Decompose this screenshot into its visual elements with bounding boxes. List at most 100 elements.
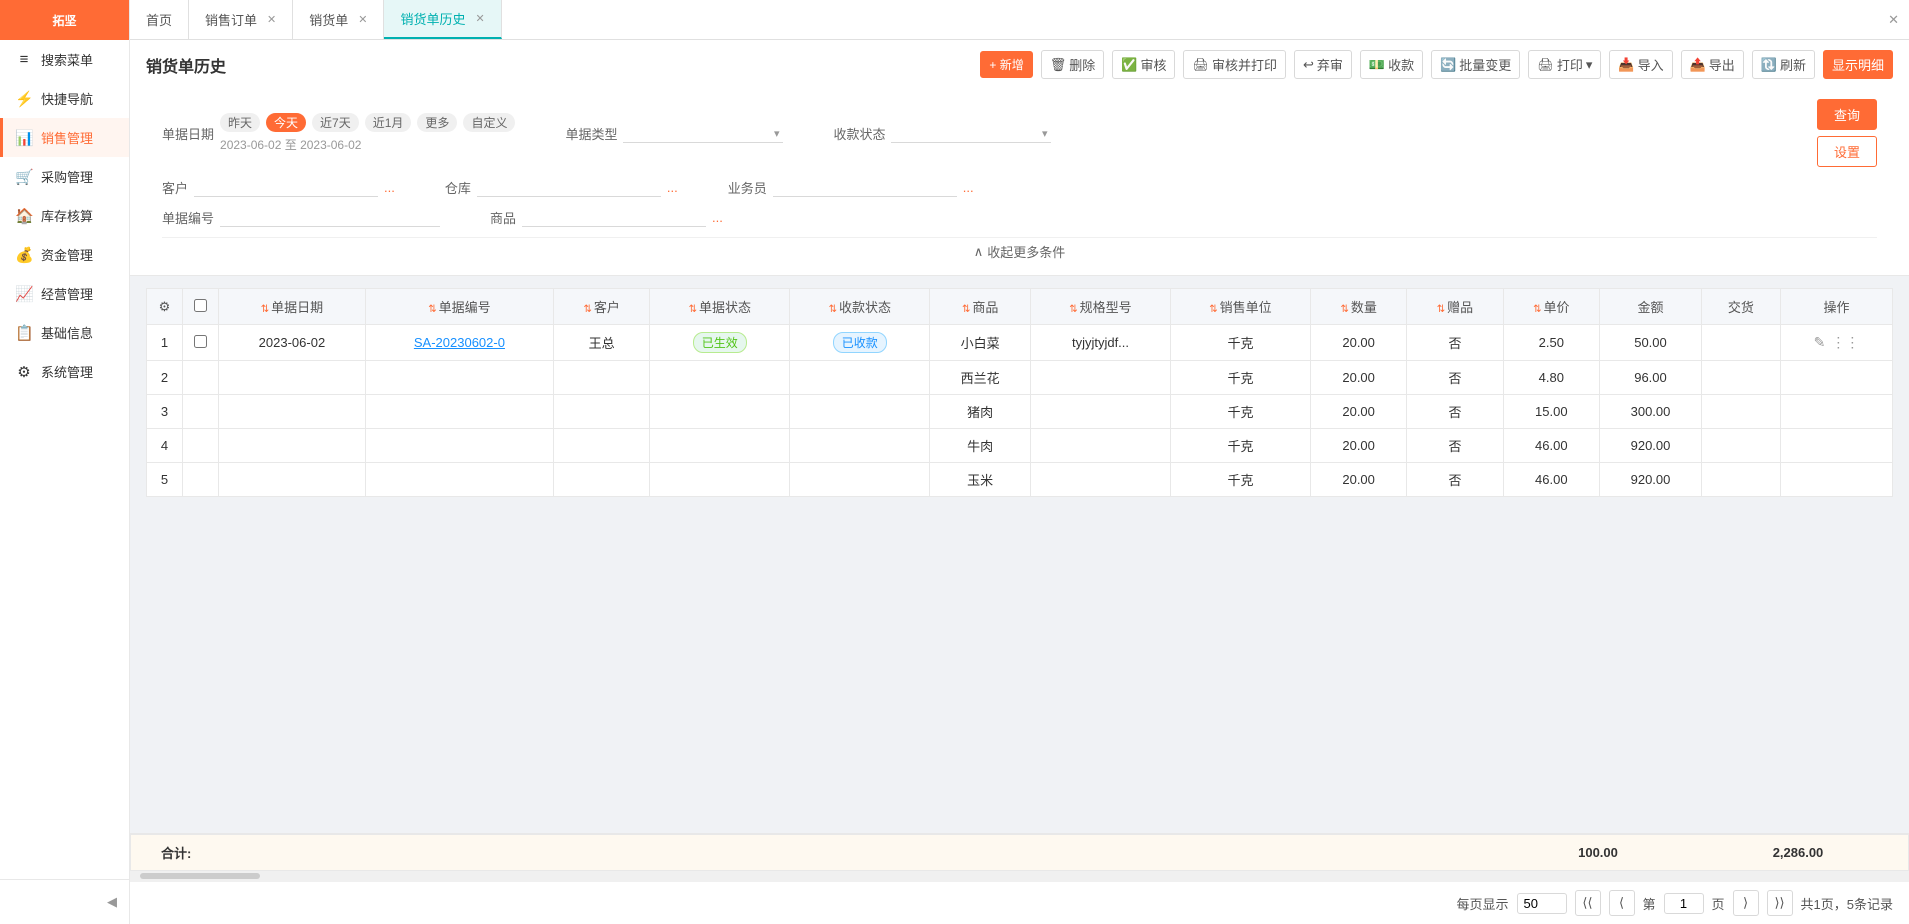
row-transaction-2 — [1701, 395, 1780, 429]
sidebar-item-quick-nav[interactable]: ⚡ 快捷导航 — [0, 79, 129, 118]
purchase-icon: 🛒 — [15, 168, 33, 186]
sidebar-item-base-info[interactable]: 📋 基础信息 — [0, 313, 129, 352]
batch-change-button[interactable]: 🔄 批量变更 — [1431, 50, 1520, 79]
print-icon: 🖨 — [1537, 57, 1554, 73]
new-button[interactable]: + 新增 — [980, 51, 1032, 78]
row-checkbox-3[interactable] — [183, 429, 219, 463]
tab-sales-delivery[interactable]: 销货单 ✕ — [293, 0, 384, 39]
col-checkbox[interactable] — [183, 289, 219, 325]
tab-sales-order[interactable]: 销售订单 ✕ — [189, 0, 293, 39]
tab-sales-history-close[interactable]: ✕ — [476, 12, 485, 25]
import-button[interactable]: 📥 导入 — [1609, 50, 1672, 79]
customer-input[interactable] — [194, 177, 378, 197]
col-spec-type[interactable]: ⇅规格型号 — [1031, 289, 1171, 325]
tab-sales-history[interactable]: 销货单历史 ✕ — [384, 0, 501, 39]
tab-sales-order-close[interactable]: ✕ — [267, 13, 276, 26]
scrollbar-area[interactable] — [130, 871, 1909, 881]
doc-type-select[interactable] — [623, 123, 783, 143]
collection-status-select[interactable] — [891, 123, 1051, 143]
edit-icon[interactable]: ✎ — [1814, 334, 1826, 351]
warehouse-label: 仓库 — [445, 178, 471, 197]
select-all-checkbox[interactable] — [194, 299, 207, 312]
settings-button[interactable]: 设置 — [1817, 136, 1877, 167]
customer-dots[interactable]: ... — [384, 180, 395, 195]
print-button[interactable]: 🖨 打印 ▾ — [1528, 50, 1601, 79]
col-amount: 金额 — [1600, 289, 1702, 325]
col-settings[interactable]: ⚙ — [147, 289, 183, 325]
collect-button[interactable]: 💵 收款 — [1360, 50, 1423, 79]
date-pill-1month[interactable]: 近1月 — [365, 113, 412, 132]
refresh-icon: 🔃 — [1761, 57, 1777, 73]
col-doc-status[interactable]: ⇅单据状态 — [650, 289, 790, 325]
refresh-button[interactable]: 🔃 刷新 — [1752, 50, 1815, 79]
row-checkbox[interactable] — [194, 335, 207, 348]
sidebar-item-sales[interactable]: 📊 销售管理 — [0, 118, 129, 157]
export-button[interactable]: 📤 导出 — [1681, 50, 1744, 79]
row-quantity-4: 20.00 — [1310, 463, 1406, 497]
doc-number-link[interactable]: SA-20230602-0 — [414, 335, 505, 350]
tab-sales-delivery-close[interactable]: ✕ — [358, 13, 367, 26]
tab-home[interactable]: 首页 — [130, 0, 189, 39]
col-quantity[interactable]: ⇅数量 — [1310, 289, 1406, 325]
col-customer[interactable]: ⇅客户 — [553, 289, 649, 325]
row-checkbox-0[interactable] — [183, 325, 219, 361]
goods-dots[interactable]: ... — [712, 210, 723, 225]
sidebar-item-purchase[interactable]: 🛒 采购管理 — [0, 157, 129, 196]
first-page-btn[interactable]: ⟨⟨ — [1575, 890, 1601, 916]
quick-nav-icon: ⚡ — [15, 90, 33, 108]
more-icon[interactable]: ⋮⋮ — [1831, 334, 1859, 351]
warehouse-input[interactable] — [477, 177, 661, 197]
date-pill-more[interactable]: 更多 — [417, 113, 457, 132]
row-checkbox-1[interactable] — [183, 361, 219, 395]
col-doc-date[interactable]: ⇅单据日期 — [219, 289, 366, 325]
row-num-2: 3 — [147, 395, 183, 429]
col-sales-unit[interactable]: ⇅销售单位 — [1170, 289, 1310, 325]
row-gift-0: 否 — [1407, 325, 1503, 361]
prev-page-btn[interactable]: ⟨ — [1609, 890, 1635, 916]
sidebar-item-system[interactable]: ⚙ 系统管理 — [0, 352, 129, 391]
page-input[interactable] — [1664, 893, 1704, 914]
col-gift[interactable]: ⇅赠品 — [1407, 289, 1503, 325]
row-transaction-1 — [1701, 361, 1780, 395]
sidebar-item-inventory[interactable]: 🏠 库存核算 — [0, 196, 129, 235]
delete-button[interactable]: 🗑 删除 — [1041, 50, 1105, 79]
review-print-button[interactable]: 🖨 审核并打印 — [1183, 50, 1286, 79]
date-pill-7days[interactable]: 近7天 — [312, 113, 359, 132]
sidebar-item-search-menu[interactable]: ≡ 搜索菜单 — [0, 40, 129, 79]
collapse-filter-btn[interactable]: ∧ 收起更多条件 — [162, 237, 1877, 265]
date-pill-yesterday[interactable]: 昨天 — [220, 113, 260, 132]
doc-number-input[interactable] — [220, 207, 440, 227]
next-page-btn[interactable]: ⟩ — [1733, 890, 1759, 916]
main-area: 首页 销售订单 ✕ 销货单 ✕ 销货单历史 ✕ ✕ 销货单历史 + 新增 🗑 — [130, 0, 1909, 924]
col-collection-status[interactable]: ⇅收款状态 — [790, 289, 930, 325]
row-doc-date-3 — [219, 429, 366, 463]
row-checkbox-4[interactable] — [183, 463, 219, 497]
show-detail-button[interactable]: 显示明细 — [1823, 50, 1893, 79]
sidebar-item-operations[interactable]: 📈 经营管理 — [0, 274, 129, 313]
col-unit-price[interactable]: ⇅单价 — [1503, 289, 1599, 325]
col-doc-number[interactable]: ⇅单据编号 — [365, 289, 553, 325]
goods-input[interactable] — [522, 207, 706, 227]
row-doc-number-0[interactable]: SA-20230602-0 — [365, 325, 553, 361]
warehouse-dots[interactable]: ... — [667, 180, 678, 195]
col-actions: 操作 — [1780, 289, 1892, 325]
sidebar-collapse-btn[interactable]: ◀ — [0, 888, 129, 916]
scrollbar-thumb[interactable] — [140, 873, 260, 879]
row-checkbox-2[interactable] — [183, 395, 219, 429]
page-size-select[interactable]: 50 100 — [1517, 893, 1567, 914]
sidebar-item-finance[interactable]: 💰 资金管理 — [0, 235, 129, 274]
abandon-icon: ↩ — [1303, 57, 1314, 73]
review-button[interactable]: ✅ 审核 — [1112, 50, 1175, 79]
sidebar: 拓坚 ≡ 搜索菜单 ⚡ 快捷导航 📊 销售管理 🛒 采购管理 🏠 库存核算 💰 … — [0, 0, 130, 924]
col-goods[interactable]: ⇅商品 — [930, 289, 1031, 325]
date-pill-custom[interactable]: 自定义 — [463, 113, 515, 132]
query-button[interactable]: 查询 — [1817, 99, 1877, 130]
date-pill-today[interactable]: 今天 — [266, 113, 306, 132]
tab-bar-close[interactable]: ✕ — [1878, 0, 1909, 39]
last-page-btn[interactable]: ⟩⟩ — [1767, 890, 1793, 916]
abandon-button[interactable]: ↩ 弃审 — [1294, 50, 1352, 79]
row-quantity-2: 20.00 — [1310, 395, 1406, 429]
salesperson-input[interactable] — [773, 177, 957, 197]
salesperson-dots[interactable]: ... — [963, 180, 974, 195]
filter-row-1: 单据日期 昨天 今天 近7天 近1月 更多 自定义 2023-06-02 至 2… — [162, 99, 1877, 167]
